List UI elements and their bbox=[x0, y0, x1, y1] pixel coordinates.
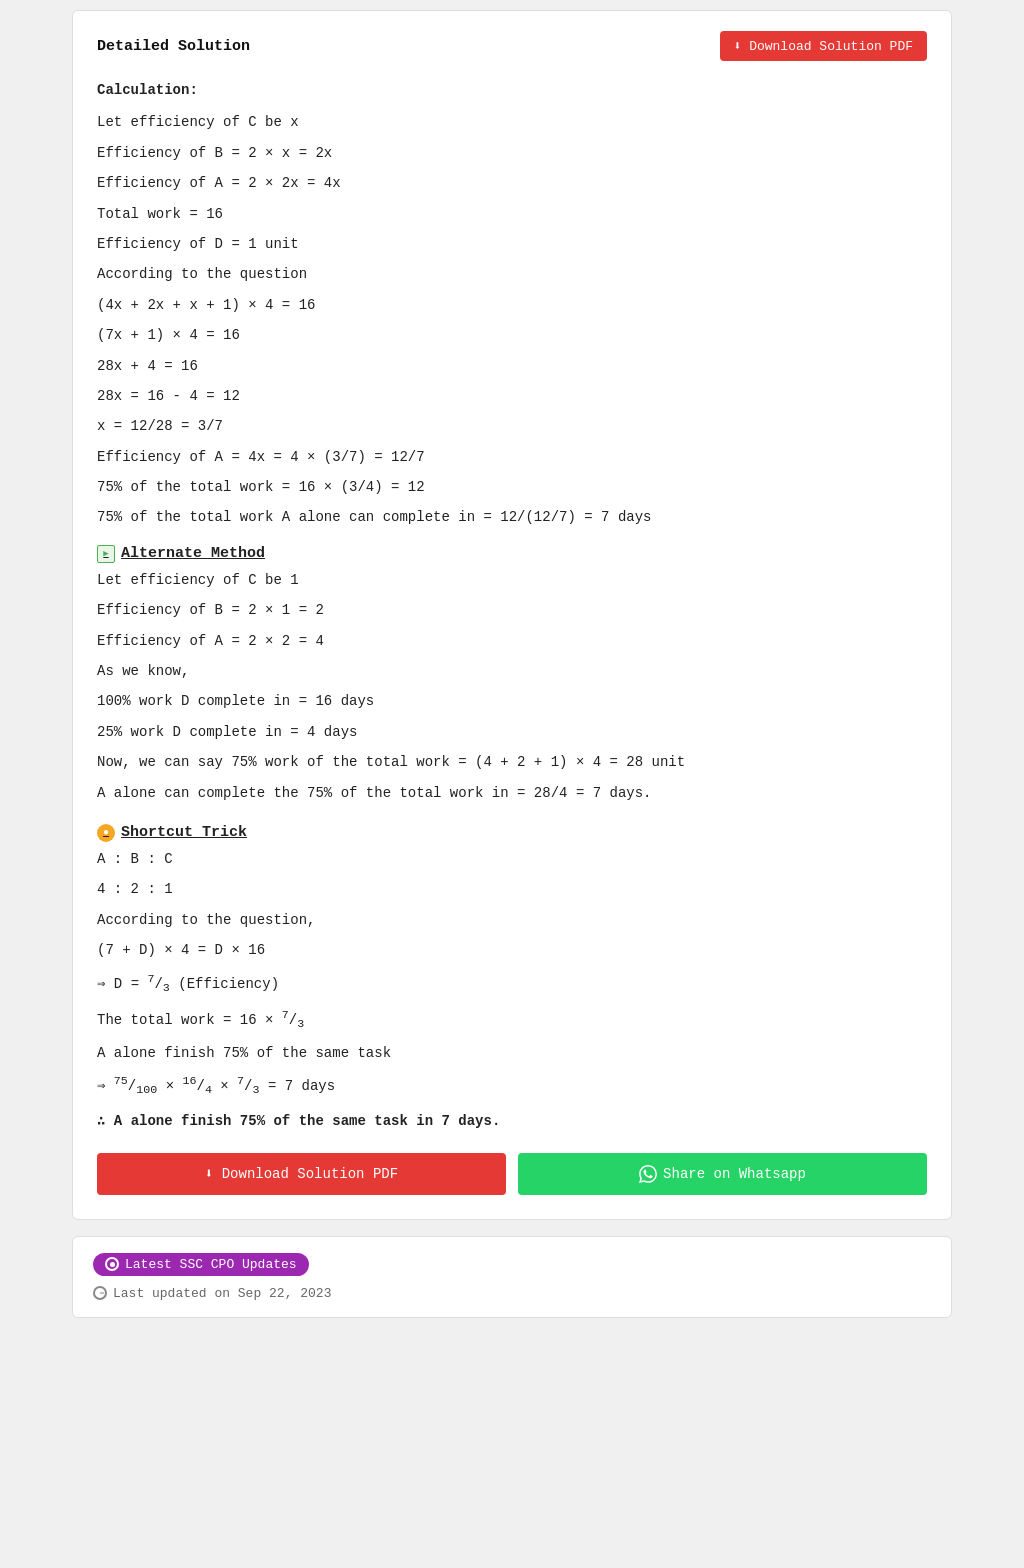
calc-line-2: Efficiency of B = 2 × x = 2x bbox=[97, 142, 927, 164]
alt-line-7: Now, we can say 75% work of the total wo… bbox=[97, 751, 927, 773]
alt-line-1: Let efficiency of C be 1 bbox=[97, 569, 927, 591]
shortcut-icon: ● bbox=[97, 824, 115, 842]
calc-line-9: 28x + 4 = 16 bbox=[97, 355, 927, 377]
last-updated: Last updated on Sep 22, 2023 bbox=[93, 1286, 931, 1301]
alt-line-5: 100% work D complete in = 16 days bbox=[97, 690, 927, 712]
shortcut-line-1: A : B : C bbox=[97, 848, 927, 870]
conclusion-text: ∴ A alone finish 75% of the same task in… bbox=[97, 1110, 927, 1132]
shortcut-line-4: (7 + D) × 4 = D × 16 bbox=[97, 939, 927, 961]
calc-line-10: 28x = 16 - 4 = 12 bbox=[97, 385, 927, 407]
calc-line-1: Let efficiency of C be x bbox=[97, 111, 927, 133]
updates-badge-wrapper: Latest SSC CPO Updates bbox=[93, 1253, 931, 1276]
alt-line-6: 25% work D complete in = 4 days bbox=[97, 721, 927, 743]
calc-line-12: Efficiency of A = 4x = 4 × (3/7) = 12/7 bbox=[97, 446, 927, 468]
shortcut-line-8: ⇒ 75/100 × 16/4 × 7/3 = 7 days bbox=[97, 1072, 927, 1100]
solution-body: Calculation: Let efficiency of C be x Ef… bbox=[97, 79, 927, 1133]
shortcut-line-7: A alone finish 75% of the same task bbox=[97, 1042, 927, 1064]
shortcut-line-2: 4 : 2 : 1 bbox=[97, 878, 927, 900]
shortcut-heading: ● Shortcut Trick bbox=[97, 824, 927, 842]
alt-line-3: Efficiency of A = 2 × 2 = 4 bbox=[97, 630, 927, 652]
updates-badge-text: Latest SSC CPO Updates bbox=[125, 1257, 297, 1272]
calc-line-11: x = 12/28 = 3/7 bbox=[97, 415, 927, 437]
calc-line-4: Total work = 16 bbox=[97, 203, 927, 225]
updates-card: Latest SSC CPO Updates Last updated on S… bbox=[72, 1236, 952, 1318]
radio-icon bbox=[105, 1257, 119, 1271]
calc-line-7: (4x + 2x + x + 1) × 4 = 16 bbox=[97, 294, 927, 316]
calc-line-13: 75% of the total work = 16 × (3/4) = 12 bbox=[97, 476, 927, 498]
detailed-solution-title: Detailed Solution bbox=[97, 38, 250, 55]
calc-line-5: Efficiency of D = 1 unit bbox=[97, 233, 927, 255]
card-header: Detailed Solution ⬇ Download Solution PD… bbox=[97, 31, 927, 61]
download-pdf-bottom-button[interactable]: ⬇ Download Solution PDF bbox=[97, 1153, 506, 1195]
whatsapp-label: Share on Whatsapp bbox=[663, 1166, 806, 1182]
calculation-heading: Calculation: bbox=[97, 79, 927, 101]
whatsapp-icon bbox=[639, 1165, 657, 1183]
download-pdf-top-button[interactable]: ⬇ Download Solution PDF bbox=[720, 31, 927, 61]
alt-line-2: Efficiency of B = 2 × 1 = 2 bbox=[97, 599, 927, 621]
bottom-buttons: ⬇ Download Solution PDF Share on Whatsap… bbox=[97, 1153, 927, 1195]
calc-line-6: According to the question bbox=[97, 263, 927, 285]
clock-icon bbox=[93, 1286, 107, 1300]
solution-card: Detailed Solution ⬇ Download Solution PD… bbox=[72, 10, 952, 1220]
calc-line-3: Efficiency of A = 2 × 2x = 4x bbox=[97, 172, 927, 194]
alternate-icon: ▶ bbox=[97, 545, 115, 563]
alt-line-4: As we know, bbox=[97, 660, 927, 682]
shortcut-line-3: According to the question, bbox=[97, 909, 927, 931]
last-updated-text: Last updated on Sep 22, 2023 bbox=[113, 1286, 331, 1301]
alternate-method-heading: ▶ Alternate Method bbox=[97, 545, 927, 563]
calc-line-14: 75% of the total work A alone can comple… bbox=[97, 506, 927, 528]
whatsapp-share-button[interactable]: Share on Whatsapp bbox=[518, 1153, 927, 1195]
calc-line-8: (7x + 1) × 4 = 16 bbox=[97, 324, 927, 346]
shortcut-line-6: The total work = 16 × 7/3 bbox=[97, 1006, 927, 1034]
alt-line-8: A alone can complete the 75% of the tota… bbox=[97, 782, 927, 804]
updates-badge: Latest SSC CPO Updates bbox=[93, 1253, 309, 1276]
shortcut-line-5: ⇒ D = 7/3 (Efficiency) bbox=[97, 970, 927, 998]
